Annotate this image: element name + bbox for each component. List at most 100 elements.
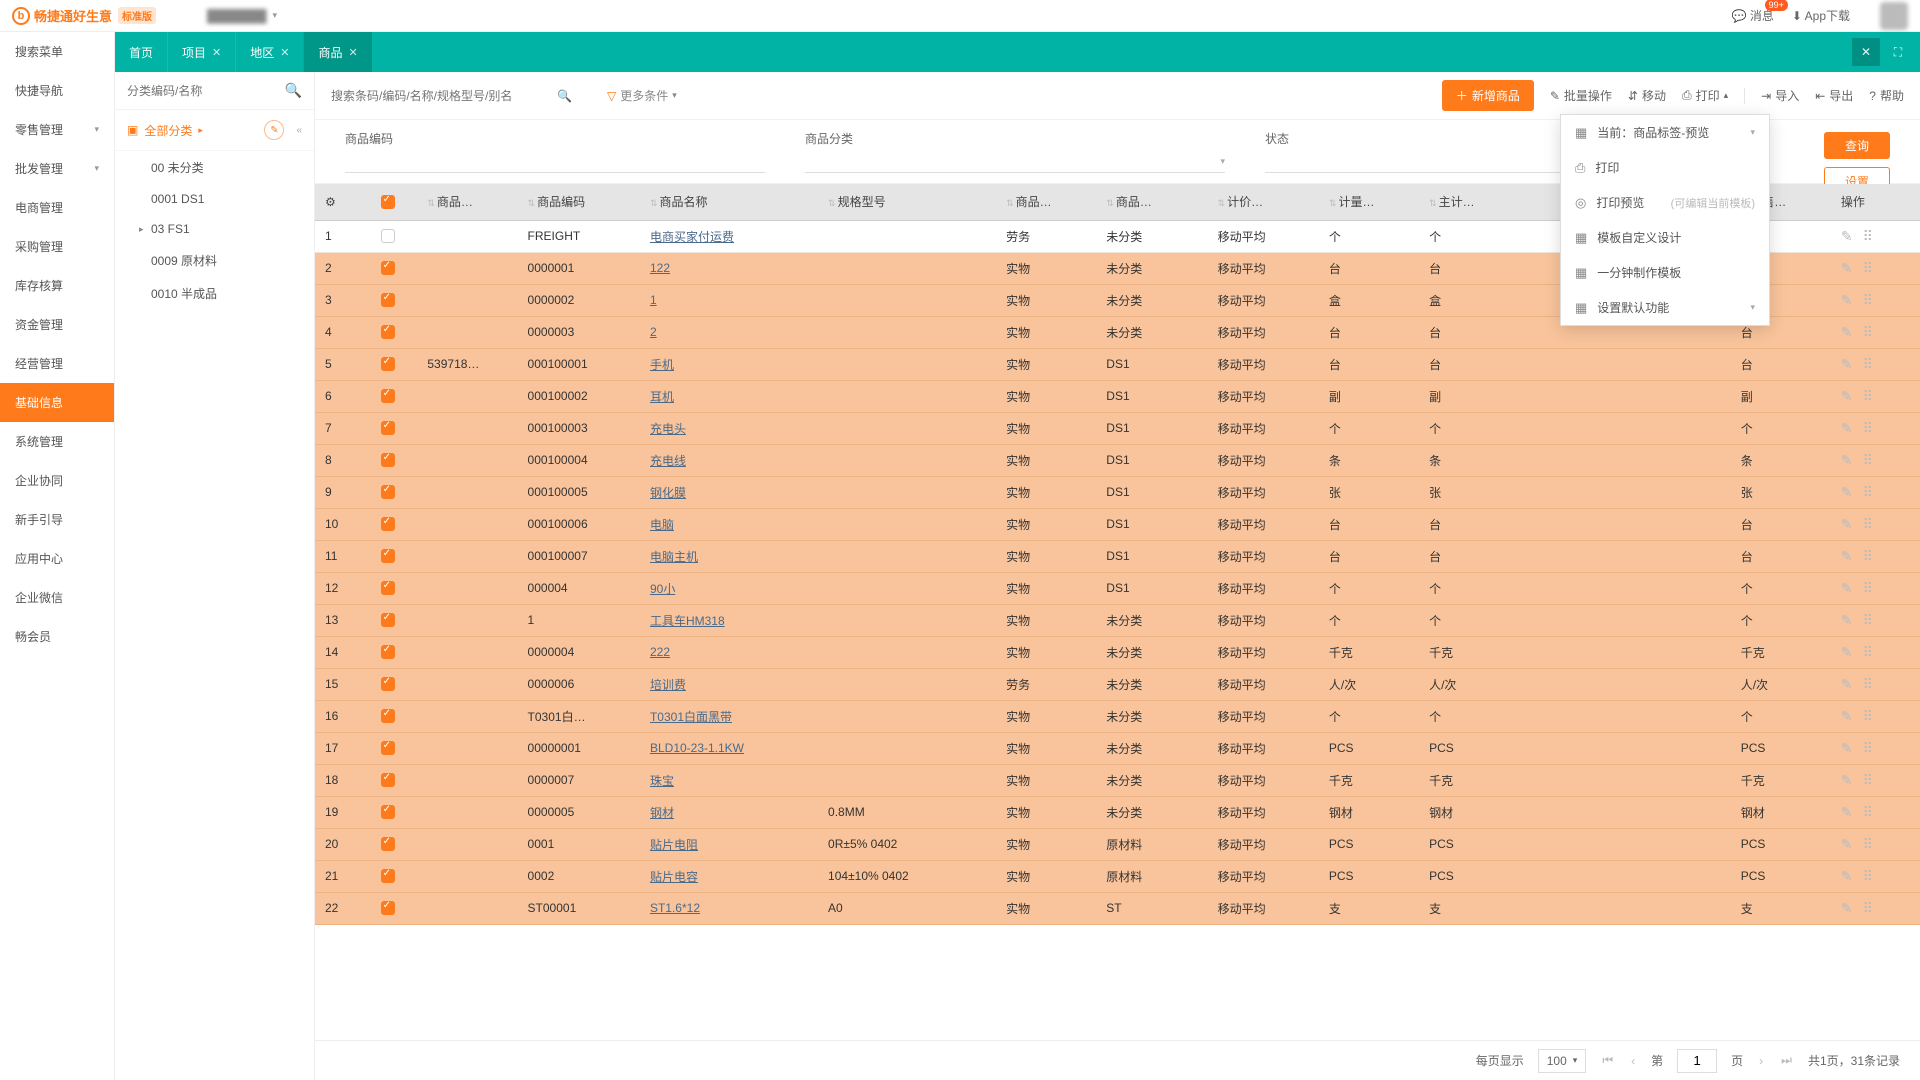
category-item[interactable]: 00 未分类 [115, 151, 314, 184]
more-icon[interactable]: ⠿ [1863, 420, 1873, 437]
sidebar-item[interactable]: 批发管理▾ [0, 149, 114, 188]
tab[interactable]: 地区✕ [235, 32, 303, 72]
search-icon[interactable]: 🔍 [557, 89, 572, 103]
table-row[interactable]: 210002贴片电容104±10% 0402实物原材料移动平均PCSPCSPCS… [315, 860, 1920, 892]
category-all[interactable]: ▣ 全部分类 ▸ ✎ « [115, 110, 314, 151]
filter-cat-select[interactable]: ▾ [805, 151, 1225, 173]
cell-check[interactable] [371, 380, 418, 412]
more-icon[interactable]: ⠿ [1863, 836, 1873, 853]
edit-icon[interactable]: ✎ [264, 120, 284, 140]
edit-icon[interactable]: ✎ [1841, 708, 1853, 725]
pager-last[interactable]: ⏭ [1779, 1053, 1794, 1068]
cell-check[interactable] [371, 604, 418, 636]
col-name[interactable]: ⇅商品名称 [640, 184, 818, 220]
sidebar-item[interactable]: 库存核算 [0, 266, 114, 305]
more-conditions[interactable]: ▽ 更多条件 ▾ [607, 87, 677, 104]
sidebar-item[interactable]: 企业协同 [0, 461, 114, 500]
cell-check[interactable] [371, 540, 418, 572]
close-icon[interactable]: ✕ [280, 46, 289, 59]
edit-icon[interactable]: ✎ [1841, 228, 1853, 245]
sidebar-item[interactable]: 电商管理 [0, 188, 114, 227]
sidebar-item[interactable]: 搜索菜单 [0, 32, 114, 71]
table-row[interactable]: 150000006培训费劳务未分类移动平均人/次人/次人/次✎⠿ [315, 668, 1920, 700]
sidebar-item[interactable]: 新手引导 [0, 500, 114, 539]
table-row[interactable]: 5539718…000100001手机实物DS1移动平均台台台✎⠿ [315, 348, 1920, 380]
popover-item[interactable]: ▦当前：商品标签-预览▾ [1561, 115, 1769, 150]
fullscreen-button[interactable]: ⛶ [1884, 38, 1912, 66]
pager-prev[interactable]: ‹ [1629, 1054, 1637, 1068]
sidebar-item[interactable]: 采购管理 [0, 227, 114, 266]
checkbox[interactable] [381, 677, 395, 691]
close-icon[interactable]: ✕ [349, 46, 358, 59]
more-icon[interactable]: ⠿ [1863, 772, 1873, 789]
more-icon[interactable]: ⠿ [1863, 484, 1873, 501]
pager-first[interactable]: ⏮ [1600, 1053, 1615, 1068]
cell-name[interactable]: BLD10-23-1.1KW [640, 732, 818, 764]
edit-icon[interactable]: ✎ [1841, 740, 1853, 757]
edit-icon[interactable]: ✎ [1841, 420, 1853, 437]
category-item[interactable]: 0001 DS1 [115, 184, 314, 214]
company-dropdown[interactable]: ███████ ▾ [196, 4, 288, 28]
cell-check[interactable] [371, 892, 418, 924]
table-row[interactable]: 180000007珠宝实物未分类移动平均千克千克千克✎⠿ [315, 764, 1920, 796]
edit-icon[interactable]: ✎ [1841, 804, 1853, 821]
tab-close-all[interactable]: ✕ [1852, 38, 1880, 66]
category-item[interactable]: 0009 原材料 [115, 244, 314, 277]
more-icon[interactable]: ⠿ [1863, 676, 1873, 693]
table-row[interactable]: 7000100003充电头实物DS1移动平均个个个✎⠿ [315, 412, 1920, 444]
cell-name[interactable]: 电脑主机 [640, 540, 818, 572]
cell-name[interactable]: 1 [640, 284, 818, 316]
cell-check[interactable] [371, 476, 418, 508]
cell-name[interactable]: 122 [640, 252, 818, 284]
sidebar-item[interactable]: 系统管理 [0, 422, 114, 461]
table-row[interactable]: 8000100004充电线实物DS1移动平均条条条✎⠿ [315, 444, 1920, 476]
table-row[interactable]: 200001贴片电阻0R±5% 0402实物原材料移动平均PCSPCSPCS✎⠿ [315, 828, 1920, 860]
table-row[interactable]: 16T0301白…T0301白面黑带实物未分类移动平均个个个✎⠿ [315, 700, 1920, 732]
user-avatar[interactable] [1880, 2, 1908, 30]
checkbox[interactable] [381, 325, 395, 339]
more-icon[interactable]: ⠿ [1863, 580, 1873, 597]
sidebar-item[interactable]: 经营管理 [0, 344, 114, 383]
col-code[interactable]: ⇅商品编码 [518, 184, 640, 220]
checkbox[interactable] [381, 613, 395, 627]
cell-check[interactable] [371, 668, 418, 700]
cell-name[interactable]: 工具车HM318 [640, 604, 818, 636]
move-button[interactable]: ⇵移动 [1628, 87, 1666, 104]
more-icon[interactable]: ⠿ [1863, 324, 1873, 341]
cell-check[interactable] [371, 220, 418, 252]
checkbox[interactable] [381, 773, 395, 787]
cell-name[interactable]: 2 [640, 316, 818, 348]
messages-link[interactable]: 💬 消息 [1732, 7, 1774, 24]
checkbox[interactable] [381, 709, 395, 723]
cell-name[interactable]: T0301白面黑带 [640, 700, 818, 732]
checkbox[interactable] [381, 261, 395, 275]
import-button[interactable]: ⇥导入 [1761, 87, 1799, 104]
product-search-input[interactable] [331, 89, 551, 103]
edit-icon[interactable]: ✎ [1841, 452, 1853, 469]
more-icon[interactable]: ⠿ [1863, 644, 1873, 661]
popover-item[interactable]: ◎打印预览(可编辑当前模板) [1561, 185, 1769, 220]
search-icon[interactable]: 🔍 [285, 82, 302, 99]
table-row[interactable]: 11000100007电脑主机实物DS1移动平均台台台✎⠿ [315, 540, 1920, 572]
cell-name[interactable]: 222 [640, 636, 818, 668]
cell-check[interactable] [371, 508, 418, 540]
sidebar-item[interactable]: 畅会员 [0, 617, 114, 656]
sidebar-item[interactable]: 应用中心 [0, 539, 114, 578]
pager-page-input[interactable] [1677, 1049, 1717, 1073]
cell-name[interactable]: 充电线 [640, 444, 818, 476]
edit-icon[interactable]: ✎ [1841, 772, 1853, 789]
cell-name[interactable]: 钢化膜 [640, 476, 818, 508]
sidebar-item[interactable]: 资金管理 [0, 305, 114, 344]
checkbox[interactable] [381, 293, 395, 307]
popover-item[interactable]: ▦设置默认功能▾ [1561, 290, 1769, 325]
more-icon[interactable]: ⠿ [1863, 612, 1873, 629]
cell-check[interactable] [371, 732, 418, 764]
category-item[interactable]: 0010 半成品 [115, 277, 314, 310]
checkbox[interactable] [381, 645, 395, 659]
print-dropdown[interactable]: ⎙打印▴ [1682, 87, 1728, 104]
cell-name[interactable]: 培训费 [640, 668, 818, 700]
cell-check[interactable] [371, 828, 418, 860]
cell-name[interactable]: 电脑 [640, 508, 818, 540]
cell-name[interactable]: 电商买家付运费 [640, 220, 818, 252]
edit-icon[interactable]: ✎ [1841, 644, 1853, 661]
